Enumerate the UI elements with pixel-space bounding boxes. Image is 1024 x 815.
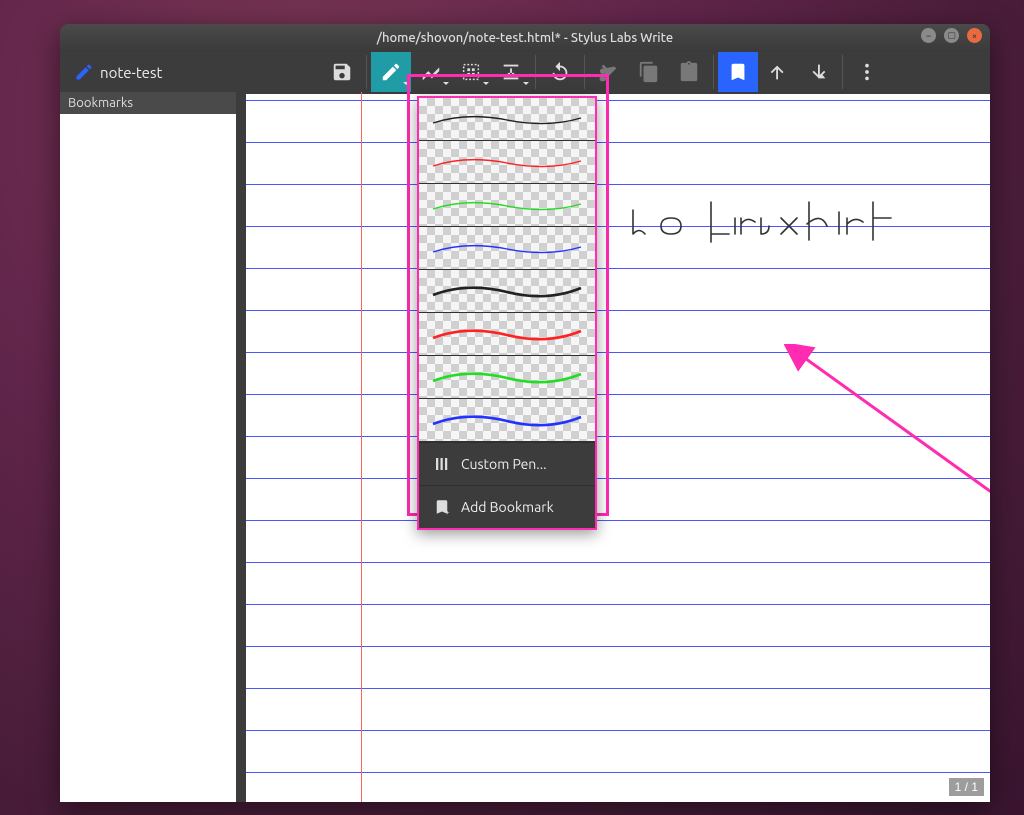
custom-pen-menu-item[interactable]: Custom Pen... (419, 442, 595, 485)
file-tab[interactable]: note-test (64, 62, 172, 82)
bookmark-add-icon: + (433, 498, 451, 516)
app-window: /home/shovon/note-test.html* - Stylus La… (60, 24, 990, 802)
document-canvas[interactable]: 1 / 1 (236, 92, 990, 802)
pen-swatch-black-thin[interactable] (419, 98, 595, 141)
prev-bookmark-button[interactable] (758, 52, 798, 92)
page-status: 1 / 1 (949, 778, 984, 796)
sidebar-content[interactable] (60, 114, 236, 802)
margin-line (361, 92, 362, 802)
paper[interactable]: 1 / 1 (246, 92, 990, 802)
close-button[interactable]: × (967, 28, 982, 43)
pen-swatch-red-thick[interactable] (419, 313, 595, 356)
window-title: /home/shovon/note-test.html* - Stylus La… (377, 31, 673, 45)
pen-swatch-black-thick[interactable] (419, 270, 595, 313)
custom-pen-icon (433, 455, 451, 473)
main-toolbar: note-test (60, 52, 990, 92)
minimize-button[interactable]: – (921, 28, 936, 43)
next-bookmark-button[interactable] (798, 52, 838, 92)
add-bookmark-menu-item[interactable]: + Add Bookmark (419, 485, 595, 528)
window-controls: – ▢ × (921, 28, 982, 43)
bookmark-button[interactable] (718, 52, 758, 92)
pen-tool-button[interactable] (371, 52, 411, 92)
paste-button[interactable] (669, 52, 709, 92)
pen-dropdown: Custom Pen... + Add Bookmark (417, 96, 597, 530)
sidebar-heading: Bookmarks (60, 92, 236, 114)
save-button[interactable] (322, 52, 362, 92)
file-tab-label: note-test (100, 64, 162, 81)
bookmarks-sidebar: Bookmarks (60, 92, 236, 802)
cut-button[interactable] (589, 52, 629, 92)
pen-swatch-red-thin[interactable] (419, 141, 595, 184)
stroke-style-button[interactable] (411, 52, 451, 92)
custom-pen-label: Custom Pen... (461, 456, 547, 472)
undo-button[interactable] (540, 52, 580, 92)
pen-swatch-blue-thick[interactable] (419, 399, 595, 442)
pen-swatch-green-thick[interactable] (419, 356, 595, 399)
add-bookmark-label: Add Bookmark (461, 499, 554, 515)
select-tool-button[interactable] (451, 52, 491, 92)
window-titlebar[interactable]: /home/shovon/note-test.html* - Stylus La… (60, 24, 990, 52)
overflow-menu-button[interactable] (847, 52, 887, 92)
maximize-button[interactable]: ▢ (944, 28, 959, 43)
pen-swatch-blue-thin[interactable] (419, 227, 595, 270)
insert-space-button[interactable] (491, 52, 531, 92)
svg-text:+: + (446, 510, 450, 517)
pen-swatch-green-thin[interactable] (419, 184, 595, 227)
copy-button[interactable] (629, 52, 669, 92)
pencil-icon (74, 62, 94, 82)
